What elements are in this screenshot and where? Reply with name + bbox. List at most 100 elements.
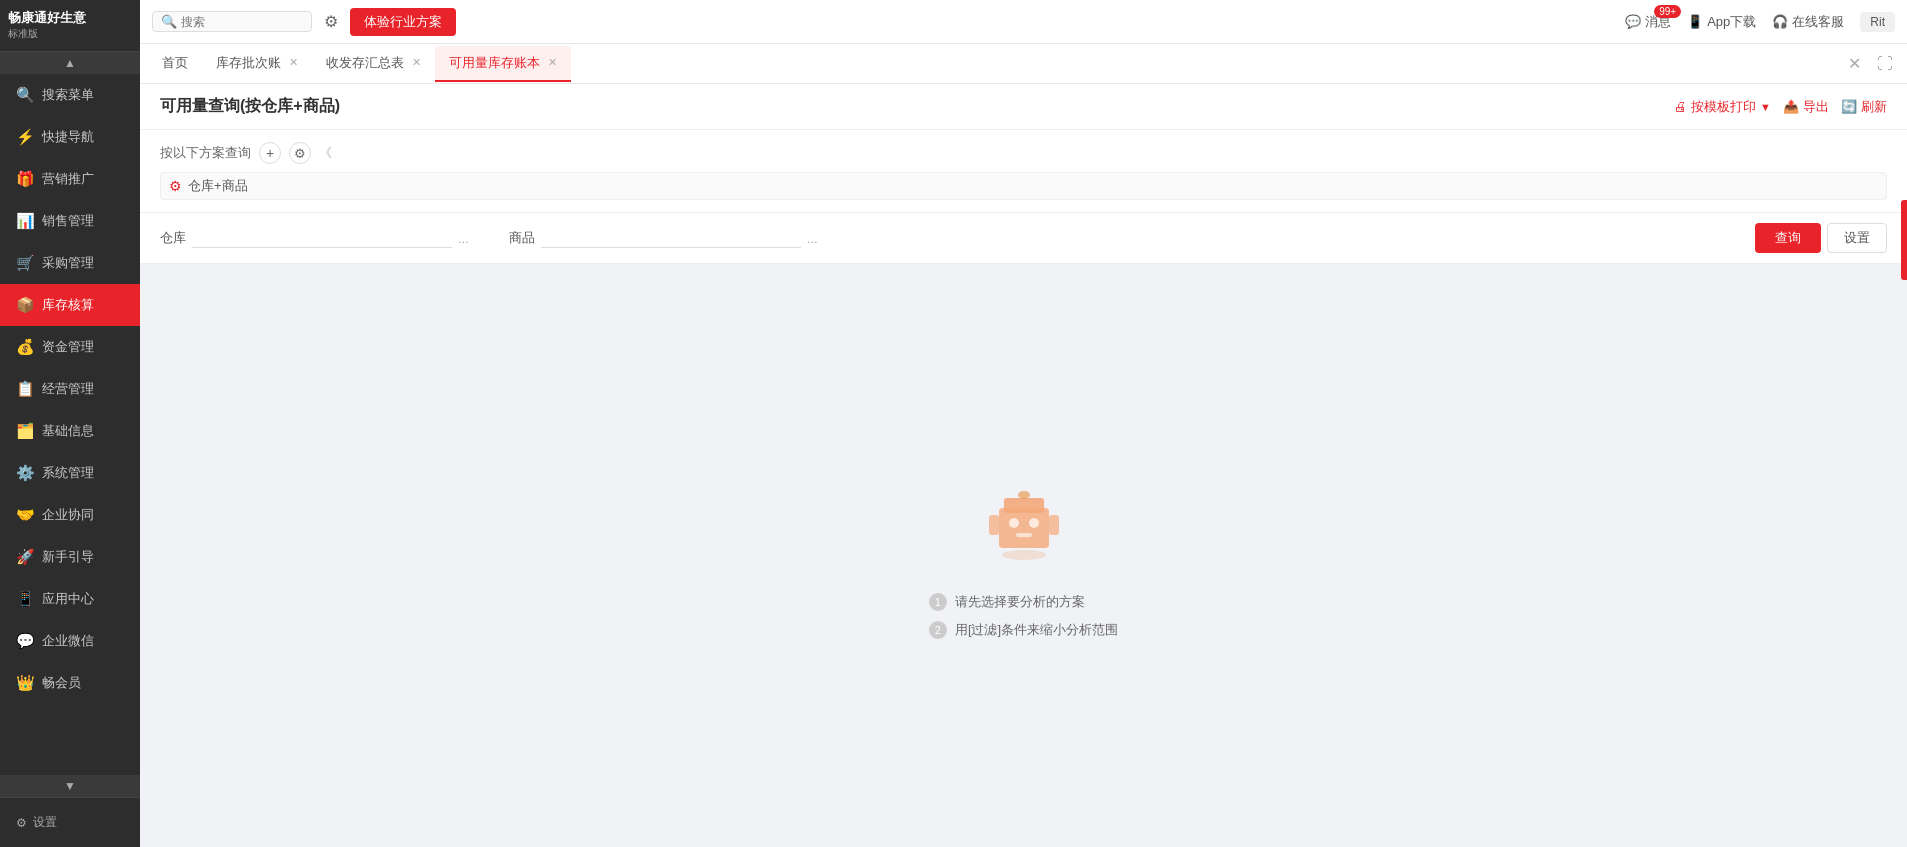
query-label: 按以下方案查询	[160, 144, 251, 162]
export-button[interactable]: 📤 导出	[1783, 98, 1829, 116]
svg-rect-1	[1004, 498, 1044, 513]
close-tab-receipt-summary[interactable]: ✕	[412, 56, 421, 69]
tab-home[interactable]: 首页	[148, 46, 202, 82]
sidebar-item-label: 资金管理	[42, 338, 94, 356]
sidebar-item-operations[interactable]: 📋 经营管理	[0, 368, 140, 410]
close-tab-available-stock[interactable]: ✕	[548, 56, 557, 69]
topbar-search-box[interactable]: 🔍	[152, 11, 312, 32]
topbar: 🔍 ⚙ 体验行业方案 💬 消息 99+ 📱 App下载 🎧 在线客服	[140, 0, 1907, 44]
sidebar-item-basic[interactable]: 🗂️ 基础信息	[0, 410, 140, 452]
sidebar-item-label: 营销推广	[42, 170, 94, 188]
query-header: 按以下方案查询 + ⚙ 《	[160, 142, 1887, 164]
page-title: 可用量查询(按仓库+商品)	[160, 96, 340, 117]
sidebar-bottom: ⚙ 设置	[0, 797, 140, 847]
export-icon: 📤	[1783, 99, 1799, 114]
sidebar-item-corp[interactable]: 🤝 企业协同	[0, 494, 140, 536]
message-icon: 💬	[1625, 14, 1641, 29]
query-add-button[interactable]: +	[259, 142, 281, 164]
product-label: 商品	[509, 229, 535, 247]
sidebar-item-label: 新手引导	[42, 548, 94, 566]
message-button[interactable]: 💬 消息 99+	[1625, 13, 1671, 31]
svg-point-8	[1002, 550, 1046, 560]
vip-icon: 👑	[16, 674, 34, 692]
refresh-icon: 🔄	[1841, 99, 1857, 114]
tip-num-2: 2	[929, 621, 947, 639]
settings-button[interactable]: 设置	[1827, 223, 1887, 253]
query-button[interactable]: 查询	[1755, 223, 1821, 253]
sidebar-item-apps[interactable]: 📱 应用中心	[0, 578, 140, 620]
query-settings-button[interactable]: ⚙	[289, 142, 311, 164]
empty-state: 1 请先选择要分析的方案 2 用[过滤]条件来缩小分析范围	[140, 264, 1907, 847]
topbar-search-input[interactable]	[181, 15, 281, 29]
trial-button[interactable]: 体验行业方案	[350, 8, 456, 36]
scheme-icon: ⚙	[169, 178, 182, 194]
phone-icon: 📱	[1687, 14, 1703, 29]
sidebar-bottom-settings[interactable]: ⚙ 设置	[8, 806, 132, 839]
print-template-button[interactable]: 🖨 按模板打印 ▼	[1674, 98, 1771, 116]
product-filter: 商品 ...	[509, 228, 818, 248]
sidebar-item-label: 采购管理	[42, 254, 94, 272]
brand-tag: 标准版	[8, 27, 132, 41]
sidebar-item-purchase[interactable]: 🛒 采购管理	[0, 242, 140, 284]
sidebar-item-newbie[interactable]: 🚀 新手引导	[0, 536, 140, 578]
sidebar-item-system[interactable]: ⚙️ 系统管理	[0, 452, 140, 494]
refresh-button[interactable]: 🔄 刷新	[1841, 98, 1887, 116]
purchase-icon: 🛒	[16, 254, 34, 272]
sidebar-item-finance[interactable]: 💰 资金管理	[0, 326, 140, 368]
message-badge: 99+	[1654, 5, 1681, 18]
right-accent-bar	[1901, 200, 1907, 280]
sidebar-item-wechat[interactable]: 💬 企业微信	[0, 620, 140, 662]
sidebar-item-label: 销售管理	[42, 212, 94, 230]
corp-icon: 🤝	[16, 506, 34, 524]
empty-tip-2: 2 用[过滤]条件来缩小分析范围	[929, 621, 1118, 639]
wechat-icon: 💬	[16, 632, 34, 650]
user-avatar[interactable]: Rit	[1860, 12, 1895, 32]
query-panel: 按以下方案查询 + ⚙ 《 ⚙ 仓库+商品	[140, 130, 1907, 213]
warehouse-filter: 仓库 ...	[160, 228, 469, 248]
sidebar-item-label: 库存核算	[42, 296, 94, 314]
product-input[interactable]	[541, 228, 801, 248]
app-download-button[interactable]: 📱 App下载	[1687, 13, 1756, 31]
sidebar-scroll-down[interactable]: ▼	[0, 775, 140, 797]
svg-point-3	[1029, 518, 1039, 528]
tab-available-stock[interactable]: 可用量库存账本 ✕	[435, 46, 571, 82]
query-scheme-item[interactable]: ⚙ 仓库+商品	[160, 172, 1887, 200]
sidebar-scroll-up[interactable]: ▲	[0, 52, 140, 74]
settings-icon: ⚙	[16, 816, 27, 830]
svg-rect-0	[999, 508, 1049, 548]
page-header: 可用量查询(按仓库+商品) 🖨 按模板打印 ▼ 📤 导出 🔄 刷新	[140, 84, 1907, 130]
tab-batch-account[interactable]: 库存批次账 ✕	[202, 46, 312, 82]
product-more-button[interactable]: ...	[807, 231, 818, 246]
warehouse-more-button[interactable]: ...	[458, 231, 469, 246]
query-collapse-button[interactable]: 《	[319, 144, 332, 162]
marketing-icon: 🎁	[16, 170, 34, 188]
basic-icon: 🗂️	[16, 422, 34, 440]
warehouse-label: 仓库	[160, 229, 186, 247]
svg-rect-6	[1049, 515, 1059, 535]
content-body: 可用量查询(按仓库+商品) 🖨 按模板打印 ▼ 📤 导出 🔄 刷新	[140, 84, 1907, 847]
tab-receipt-summary[interactable]: 收发存汇总表 ✕	[312, 46, 435, 82]
search-icon: 🔍	[161, 14, 177, 29]
tab-close-button[interactable]: ✕	[1842, 50, 1867, 77]
sidebar-item-inventory[interactable]: 📦 库存核算	[0, 284, 140, 326]
warehouse-input[interactable]	[192, 228, 452, 248]
sidebar-item-label: 畅会员	[42, 674, 81, 692]
empty-illustration	[974, 473, 1074, 573]
sidebar-item-marketing[interactable]: 🎁 营销推广	[0, 158, 140, 200]
topbar-right: 💬 消息 99+ 📱 App下载 🎧 在线客服 Rit	[1625, 12, 1895, 32]
page-actions: 🖨 按模板打印 ▼ 📤 导出 🔄 刷新	[1674, 98, 1887, 116]
newbie-icon: 🚀	[16, 548, 34, 566]
svg-point-2	[1009, 518, 1019, 528]
inventory-icon: 📦	[16, 296, 34, 314]
empty-tip-1: 1 请先选择要分析的方案	[929, 593, 1118, 611]
topbar-gear-icon[interactable]: ⚙	[320, 8, 342, 35]
sidebar-item-vip[interactable]: 👑 畅会员	[0, 662, 140, 704]
close-tab-batch-account[interactable]: ✕	[289, 56, 298, 69]
chevron-down-icon: ▼	[1760, 101, 1771, 113]
sidebar-item-sales[interactable]: 📊 销售管理	[0, 200, 140, 242]
online-service-button[interactable]: 🎧 在线客服	[1772, 13, 1844, 31]
tab-expand-button[interactable]: ⛶	[1871, 50, 1899, 77]
system-icon: ⚙️	[16, 464, 34, 482]
sidebar-item-quick-nav[interactable]: ⚡ 快捷导航	[0, 116, 140, 158]
sidebar-item-search[interactable]: 🔍 搜索菜单	[0, 74, 140, 116]
